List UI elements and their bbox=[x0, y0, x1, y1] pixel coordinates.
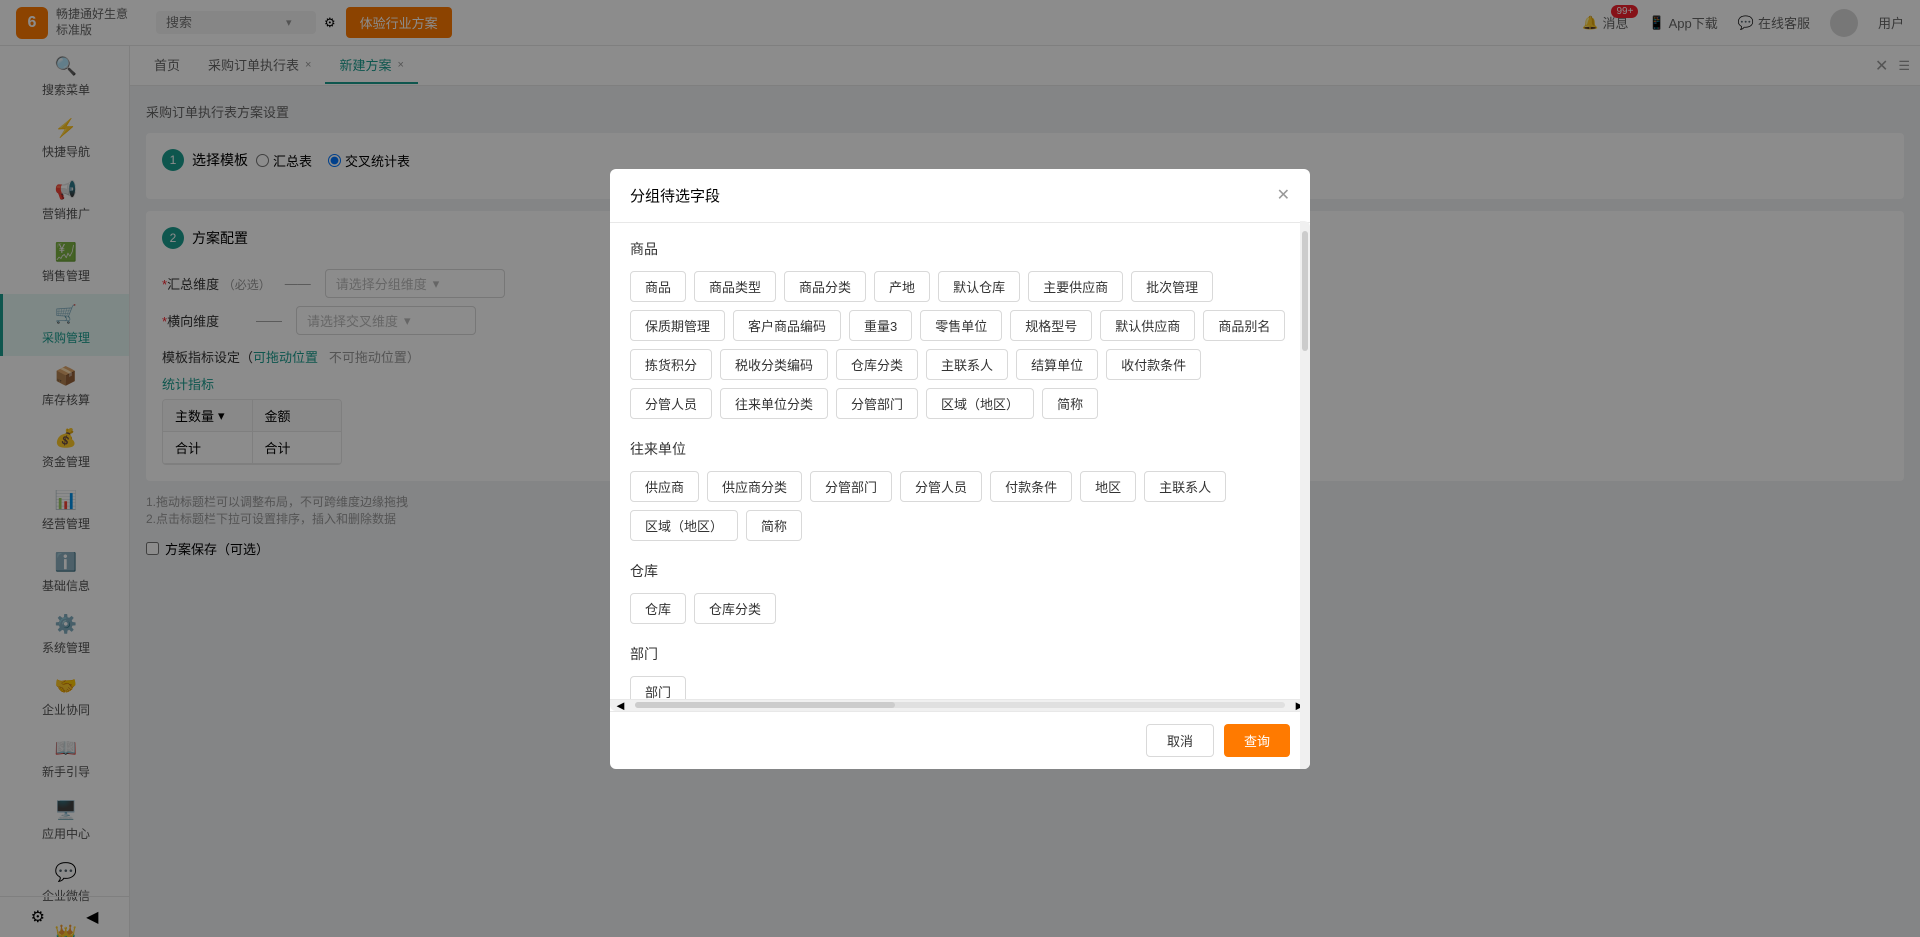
field-payment-terms[interactable]: 收付款条件 bbox=[1106, 349, 1201, 380]
modal-hscrollbar[interactable]: ◄ ► bbox=[610, 699, 1310, 711]
field-weight3[interactable]: 重量3 bbox=[849, 310, 912, 341]
hscroll-thumb[interactable] bbox=[635, 702, 895, 708]
field-retail-unit[interactable]: 零售单位 bbox=[920, 310, 1002, 341]
field-expiry-mgmt[interactable]: 保质期管理 bbox=[630, 310, 725, 341]
field-batch-mgmt[interactable]: 批次管理 bbox=[1131, 271, 1213, 302]
section-goods: 商品 商品 商品类型 商品分类 产地 默认仓库 主要供应商 批次管理 保质期管理… bbox=[630, 239, 1290, 419]
modal-vscrollbar[interactable] bbox=[1300, 221, 1310, 769]
field-dept[interactable]: 部门 bbox=[630, 676, 686, 699]
field-origin[interactable]: 产地 bbox=[874, 271, 930, 302]
field-region-partner[interactable]: 区域（地区） bbox=[630, 510, 738, 541]
field-settlement-unit[interactable]: 结算单位 bbox=[1016, 349, 1098, 380]
field-manage-person[interactable]: 分管人员 bbox=[900, 471, 982, 502]
modal-close-btn[interactable]: ✕ bbox=[1277, 185, 1290, 205]
field-goods-alias[interactable]: 商品别名 bbox=[1203, 310, 1285, 341]
field-main-supplier[interactable]: 主要供应商 bbox=[1028, 271, 1123, 302]
modal-title: 分组待选字段 bbox=[630, 185, 720, 206]
section-warehouse-title: 仓库 bbox=[630, 561, 1290, 581]
field-goods-type[interactable]: 商品类型 bbox=[694, 271, 776, 302]
field-supervisor[interactable]: 分管人员 bbox=[630, 388, 712, 419]
hscroll-track[interactable] bbox=[635, 702, 1285, 708]
section-dept-grid: 部门 bbox=[630, 676, 1290, 699]
field-supplier-category[interactable]: 供应商分类 bbox=[707, 471, 802, 502]
section-dept: 部门 部门 bbox=[630, 644, 1290, 699]
confirm-button[interactable]: 查询 bbox=[1224, 724, 1290, 757]
modal-header: 分组待选字段 ✕ bbox=[610, 169, 1310, 223]
modal-dialog: 分组待选字段 ✕ 商品 商品 商品类型 商品分类 产地 默认仓库 主要供应商 批… bbox=[610, 169, 1310, 769]
field-tax-code[interactable]: 税收分类编码 bbox=[720, 349, 828, 380]
field-region-goods[interactable]: 区域（地区） bbox=[926, 388, 1034, 419]
section-dept-title: 部门 bbox=[630, 644, 1290, 664]
field-district[interactable]: 地区 bbox=[1080, 471, 1136, 502]
section-warehouse-grid: 仓库 仓库分类 bbox=[630, 593, 1290, 624]
vscroll-thumb[interactable] bbox=[1302, 231, 1308, 351]
field-goods[interactable]: 商品 bbox=[630, 271, 686, 302]
modal-body: 商品 商品 商品类型 商品分类 产地 默认仓库 主要供应商 批次管理 保质期管理… bbox=[610, 223, 1310, 699]
field-default-warehouse[interactable]: 默认仓库 bbox=[938, 271, 1020, 302]
field-contact[interactable]: 主联系人 bbox=[1144, 471, 1226, 502]
field-supplier[interactable]: 供应商 bbox=[630, 471, 699, 502]
field-abbr-goods[interactable]: 简称 bbox=[1042, 388, 1098, 419]
section-partner: 往来单位 供应商 供应商分类 分管部门 分管人员 付款条件 地区 主联系人 区域… bbox=[630, 439, 1290, 541]
field-main-contact[interactable]: 主联系人 bbox=[926, 349, 1008, 380]
modal-footer: 取消 查询 bbox=[610, 711, 1310, 769]
section-goods-grid: 商品 商品类型 商品分类 产地 默认仓库 主要供应商 批次管理 保质期管理 客户… bbox=[630, 271, 1290, 419]
section-partner-grid: 供应商 供应商分类 分管部门 分管人员 付款条件 地区 主联系人 区域（地区） … bbox=[630, 471, 1290, 541]
field-abbr-partner[interactable]: 简称 bbox=[746, 510, 802, 541]
field-customer-code[interactable]: 客户商品编码 bbox=[733, 310, 841, 341]
section-goods-title: 商品 bbox=[630, 239, 1290, 259]
field-partner-category[interactable]: 往来单位分类 bbox=[720, 388, 828, 419]
field-dept-supervisor[interactable]: 分管部门 bbox=[836, 388, 918, 419]
field-warehouse[interactable]: 仓库 bbox=[630, 593, 686, 624]
field-warehouse-type[interactable]: 仓库分类 bbox=[694, 593, 776, 624]
field-spec-type[interactable]: 规格型号 bbox=[1010, 310, 1092, 341]
modal-overlay: 分组待选字段 ✕ 商品 商品 商品类型 商品分类 产地 默认仓库 主要供应商 批… bbox=[0, 0, 1920, 937]
section-partner-title: 往来单位 bbox=[630, 439, 1290, 459]
field-manage-dept[interactable]: 分管部门 bbox=[810, 471, 892, 502]
section-warehouse: 仓库 仓库 仓库分类 bbox=[630, 561, 1290, 624]
field-warehouse-category[interactable]: 仓库分类 bbox=[836, 349, 918, 380]
field-pick-points[interactable]: 拣货积分 bbox=[630, 349, 712, 380]
field-default-supplier[interactable]: 默认供应商 bbox=[1100, 310, 1195, 341]
field-goods-category[interactable]: 商品分类 bbox=[784, 271, 866, 302]
cancel-button[interactable]: 取消 bbox=[1146, 724, 1214, 757]
field-pay-terms[interactable]: 付款条件 bbox=[990, 471, 1072, 502]
